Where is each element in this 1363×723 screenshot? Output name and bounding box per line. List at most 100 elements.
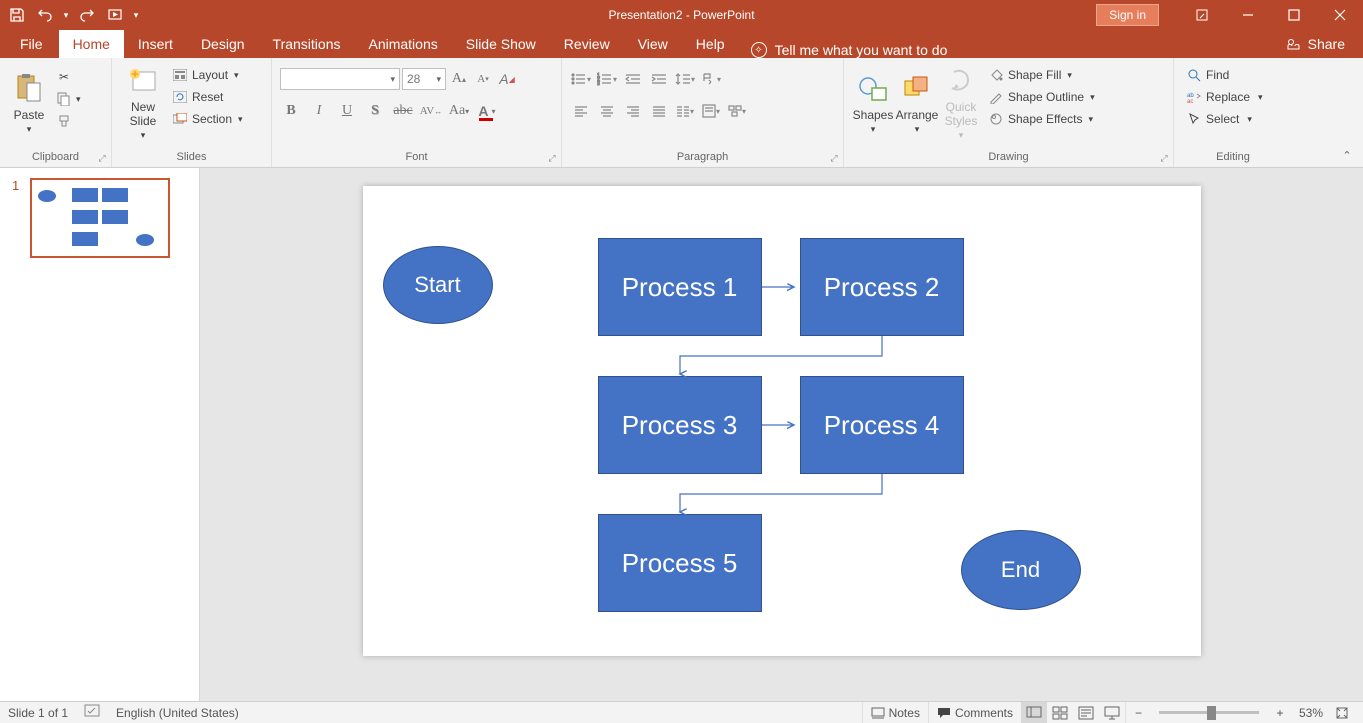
shape-process-4[interactable]: Process 4 xyxy=(800,376,964,474)
arrow-p1-p2[interactable] xyxy=(762,280,800,294)
replace-button[interactable]: abacReplace▾ xyxy=(1182,88,1267,106)
font-size-combo[interactable]: 28▾ xyxy=(402,68,446,90)
quick-styles-button[interactable]: Quick Styles▾ xyxy=(940,62,982,142)
bullets-button[interactable]: ▾ xyxy=(570,68,592,90)
spellcheck-icon[interactable] xyxy=(84,704,100,721)
thumbnail-image[interactable] xyxy=(30,178,170,258)
new-slide-button[interactable]: New Slide ▾ xyxy=(120,62,166,142)
arrow-p4-p5[interactable] xyxy=(676,474,886,518)
close-icon[interactable] xyxy=(1317,0,1363,30)
undo-icon[interactable] xyxy=(32,2,58,28)
thumbnail-1[interactable]: 1 xyxy=(12,178,187,258)
tab-review[interactable]: Review xyxy=(550,30,624,58)
fit-to-window-button[interactable] xyxy=(1329,702,1355,723)
slide-indicator[interactable]: Slide 1 of 1 xyxy=(8,706,68,720)
zoom-slider[interactable] xyxy=(1159,711,1259,714)
slide[interactable]: Start Process 1 Process 2 Process 3 Proc… xyxy=(363,186,1201,656)
reset-button[interactable]: Reset xyxy=(168,88,247,106)
save-icon[interactable] xyxy=(4,2,30,28)
layout-button[interactable]: Layout▾ xyxy=(168,66,247,84)
tab-file[interactable]: File xyxy=(4,30,59,58)
language-indicator[interactable]: English (United States) xyxy=(116,706,239,720)
font-dialog-launcher[interactable]: ⤢ xyxy=(545,151,559,165)
redo-icon[interactable] xyxy=(74,2,100,28)
notes-button[interactable]: Notes xyxy=(862,702,928,723)
shape-outline-button[interactable]: Shape Outline▾ xyxy=(984,88,1099,106)
numbering-button[interactable]: 123▾ xyxy=(596,68,618,90)
underline-button[interactable]: U xyxy=(336,100,358,122)
slide-thumbnail-panel[interactable]: 1 xyxy=(0,168,200,701)
find-button[interactable]: Find xyxy=(1182,66,1233,84)
bold-button[interactable]: B xyxy=(280,100,302,122)
line-spacing-button[interactable]: ▾ xyxy=(674,68,696,90)
slide-sorter-view-button[interactable] xyxy=(1047,702,1073,723)
ribbon-options-icon[interactable] xyxy=(1179,0,1225,30)
shape-end[interactable]: End xyxy=(961,530,1081,610)
start-from-beginning-icon[interactable] xyxy=(102,2,128,28)
font-family-combo[interactable]: ▾ xyxy=(280,68,400,90)
shape-fill-button[interactable]: Shape Fill▾ xyxy=(984,66,1099,84)
zoom-level[interactable]: 53% xyxy=(1293,706,1329,720)
char-spacing-button[interactable]: AV↔ xyxy=(420,100,442,122)
normal-view-button[interactable] xyxy=(1021,702,1047,723)
reading-view-button[interactable] xyxy=(1073,702,1099,723)
justify-button[interactable] xyxy=(648,100,670,122)
select-button[interactable]: Select▾ xyxy=(1182,110,1256,128)
section-button[interactable]: Section▾ xyxy=(168,110,247,128)
share-button[interactable]: Share xyxy=(1278,32,1353,56)
align-right-button[interactable] xyxy=(622,100,644,122)
shape-process-1[interactable]: Process 1 xyxy=(598,238,762,336)
shrink-font-button[interactable]: A▾ xyxy=(472,68,494,90)
tab-design[interactable]: Design xyxy=(187,30,259,58)
sign-in-button[interactable]: Sign in xyxy=(1096,4,1159,26)
shape-process-3[interactable]: Process 3 xyxy=(598,376,762,474)
font-color-button[interactable]: A▾ xyxy=(476,100,498,122)
clear-formatting-button[interactable]: A◢ xyxy=(496,68,518,90)
zoom-out-button[interactable]: − xyxy=(1125,702,1151,723)
collapse-ribbon-icon[interactable]: ⌃ xyxy=(1337,147,1357,163)
columns-button[interactable]: ▾ xyxy=(674,100,696,122)
shape-effects-button[interactable]: Shape Effects▾ xyxy=(984,110,1099,128)
copy-button[interactable]: ▾ xyxy=(52,90,85,108)
cut-button[interactable]: ✂ xyxy=(52,68,85,86)
zoom-in-button[interactable]: + xyxy=(1267,702,1293,723)
tab-home[interactable]: Home xyxy=(59,30,124,58)
minimize-icon[interactable] xyxy=(1225,0,1271,30)
comments-button[interactable]: Comments xyxy=(928,702,1021,723)
shape-process-5[interactable]: Process 5 xyxy=(598,514,762,612)
drawing-dialog-launcher[interactable]: ⤢ xyxy=(1157,151,1171,165)
paragraph-dialog-launcher[interactable]: ⤢ xyxy=(827,151,841,165)
tab-help[interactable]: Help xyxy=(682,30,739,58)
increase-indent-button[interactable] xyxy=(648,68,670,90)
tab-view[interactable]: View xyxy=(624,30,682,58)
undo-dropdown-icon[interactable]: ▾ xyxy=(60,2,72,28)
tell-me-search[interactable]: ✧ Tell me what you want to do xyxy=(739,42,960,58)
zoom-slider-knob[interactable] xyxy=(1207,706,1216,720)
arrange-button[interactable]: Arrange▾ xyxy=(896,62,938,142)
change-case-button[interactable]: Aa▾ xyxy=(448,100,470,122)
slideshow-view-button[interactable] xyxy=(1099,702,1125,723)
arrow-p3-p4[interactable] xyxy=(762,418,800,432)
arrow-p2-p3[interactable] xyxy=(676,336,886,380)
align-text-button[interactable]: ▾ xyxy=(700,100,722,122)
tab-insert[interactable]: Insert xyxy=(124,30,187,58)
tab-slideshow[interactable]: Slide Show xyxy=(452,30,550,58)
format-painter-button[interactable] xyxy=(52,112,85,130)
paste-button[interactable]: Paste ▾ xyxy=(8,62,50,142)
shape-process-2[interactable]: Process 2 xyxy=(800,238,964,336)
shadow-button[interactable]: S xyxy=(364,100,386,122)
align-left-button[interactable] xyxy=(570,100,592,122)
italic-button[interactable]: I xyxy=(308,100,330,122)
tab-animations[interactable]: Animations xyxy=(354,30,451,58)
smartart-button[interactable]: ▾ xyxy=(726,100,748,122)
text-direction-button[interactable]: ▾ xyxy=(700,68,722,90)
qat-customize-icon[interactable]: ▾ xyxy=(130,2,142,28)
decrease-indent-button[interactable] xyxy=(622,68,644,90)
align-center-button[interactable] xyxy=(596,100,618,122)
tab-transitions[interactable]: Transitions xyxy=(259,30,355,58)
clipboard-dialog-launcher[interactable]: ⤢ xyxy=(95,151,109,165)
maximize-icon[interactable] xyxy=(1271,0,1317,30)
grow-font-button[interactable]: A▴ xyxy=(448,68,470,90)
slide-canvas-area[interactable]: Start Process 1 Process 2 Process 3 Proc… xyxy=(200,168,1363,701)
shapes-button[interactable]: Shapes▾ xyxy=(852,62,894,142)
